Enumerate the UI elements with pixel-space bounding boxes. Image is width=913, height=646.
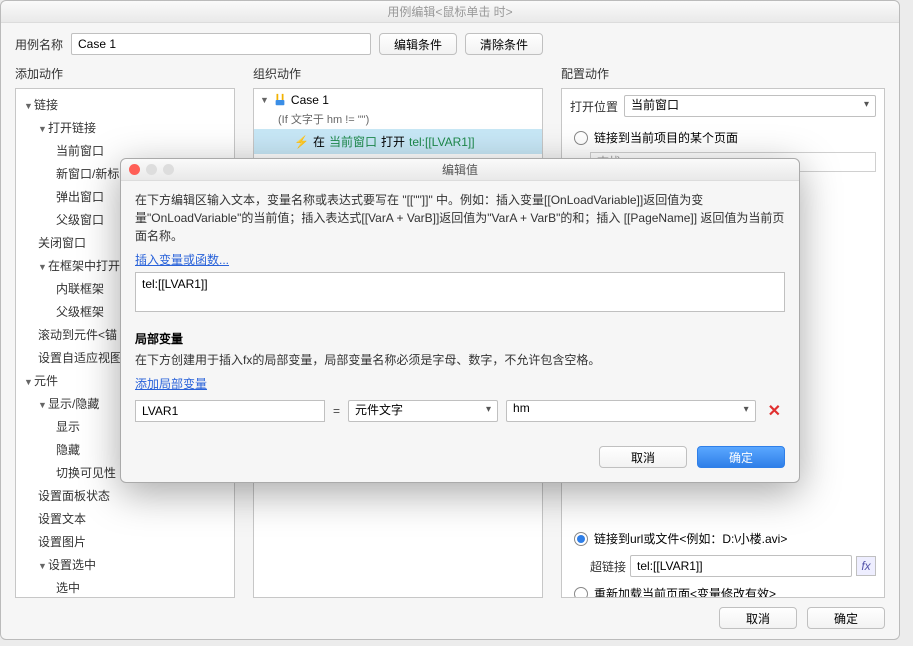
tree-label: 切换可见性	[56, 466, 116, 480]
radio-link-url[interactable]: 链接到url或文件<例如：D:\小楼.avi>	[570, 526, 876, 551]
case-icon	[273, 93, 287, 107]
radio-link-page[interactable]: 链接到当前项目的某个页面	[570, 125, 876, 150]
local-var-target-select[interactable]: hm	[506, 400, 756, 422]
fx-button[interactable]: fx	[856, 556, 876, 576]
tree-label: 显示/隐藏	[48, 397, 99, 411]
local-var-row: = 元件文字 hm ✕	[135, 400, 785, 422]
hyperlink-label: 超链接	[590, 558, 626, 575]
tree-label: 内联框架	[56, 282, 104, 296]
local-var-name-input[interactable]	[135, 400, 325, 422]
window-title: 用例编辑<鼠标单击 时>	[1, 1, 899, 23]
add-action-header: 添加动作	[15, 63, 235, 88]
bolt-icon: ⚡	[294, 135, 309, 149]
select-value: hm	[513, 401, 530, 415]
case-node[interactable]: ▼ Case 1	[254, 89, 542, 111]
local-var-section-title: 局部变量	[135, 330, 785, 347]
radio-label: 重新加载当前页面<变量修改有效>	[594, 585, 776, 598]
tree-label: 设置面板状态	[38, 489, 110, 503]
radio-reload[interactable]: 重新加载当前页面<变量修改有效>	[570, 581, 876, 598]
organize-action-header: 组织动作	[253, 63, 543, 88]
radio-label: 链接到url或文件<例如：D:\小楼.avi>	[594, 530, 787, 547]
modal-ok-button[interactable]: 确定	[697, 446, 785, 468]
tree-label: 设置选中	[48, 558, 96, 572]
tree-label: 显示	[56, 420, 80, 434]
edit-condition-button[interactable]: 编辑条件	[379, 33, 457, 55]
tree-link-group[interactable]: ▼链接	[16, 93, 234, 116]
action-window: 当前窗口	[329, 133, 377, 150]
radio-icon	[574, 532, 588, 546]
open-position-select[interactable]: 当前窗口	[624, 95, 876, 117]
tree-label: 关闭窗口	[38, 236, 86, 250]
tree-label: 设置图片	[38, 535, 86, 549]
tree-label: 父级框架	[56, 305, 104, 319]
select-value: 元件文字	[355, 403, 403, 417]
tree-label: 隐藏	[56, 443, 80, 457]
clear-condition-button[interactable]: 清除条件	[465, 33, 543, 55]
window-cancel-button[interactable]: 取消	[719, 607, 797, 629]
tree-label: 当前窗口	[56, 144, 104, 158]
tree-label: 打开链接	[48, 121, 96, 135]
edit-value-modal: 编辑值 在下方编辑区输入文本，变量名称或表达式要写在 "[[""]]" 中。例如…	[120, 158, 800, 483]
local-var-help: 在下方创建用于插入fx的局部变量，局部变量名称必须是字母、数字，不允许包含空格。	[135, 351, 785, 369]
case-name-input[interactable]	[71, 33, 371, 55]
radio-label: 链接到当前项目的某个页面	[594, 129, 738, 146]
add-local-var-link[interactable]: 添加局部变量	[135, 377, 207, 391]
case-name-label: 用例名称	[15, 36, 63, 53]
radio-icon	[574, 131, 588, 145]
config-action-header: 配置动作	[561, 63, 885, 88]
tree-set-text[interactable]: 设置文本	[16, 507, 234, 530]
zoom-icon	[163, 164, 174, 175]
modal-help-text: 在下方编辑区输入文本，变量名称或表达式要写在 "[[""]]" 中。例如：插入变…	[135, 191, 785, 245]
radio-icon	[574, 587, 588, 599]
delete-var-icon[interactable]: ✕	[764, 401, 785, 421]
open-position-label: 打开位置	[570, 98, 618, 115]
tree-label: 设置文本	[38, 512, 86, 526]
action-row[interactable]: ⚡ 在 当前窗口 打开 tel:[[LVAR1]]	[254, 129, 542, 154]
action-open: 打开	[381, 133, 405, 150]
equals-sign: =	[333, 404, 340, 418]
action-prefix: 在	[313, 133, 325, 150]
tree-panel-state[interactable]: 设置面板状态	[16, 484, 234, 507]
tree-label: 链接	[34, 98, 58, 112]
traffic-lights	[129, 164, 174, 175]
tree-label: 滚动到元件<锚	[38, 328, 117, 342]
tree-selected[interactable]: 选中	[16, 576, 234, 598]
window-footer: 取消 确定	[719, 607, 885, 629]
minimize-icon	[146, 164, 157, 175]
modal-title: 编辑值	[121, 159, 799, 181]
select-value: 当前窗口	[631, 98, 679, 112]
hyperlink-input[interactable]	[630, 555, 852, 577]
tree-label: 弹出窗口	[56, 190, 104, 204]
case-name-text: Case 1	[291, 93, 329, 107]
tree-label: 设置自适应视图	[38, 351, 122, 365]
header-row: 用例名称 编辑条件 清除条件	[1, 23, 899, 63]
insert-var-link[interactable]: 插入变量或函数...	[135, 253, 229, 267]
tree-set-selected[interactable]: ▼设置选中	[16, 553, 234, 576]
modal-footer: 取消 确定	[121, 436, 799, 482]
tree-set-image[interactable]: 设置图片	[16, 530, 234, 553]
local-var-type-select[interactable]: 元件文字	[348, 400, 498, 422]
case-condition-text: (If 文字于 hm != "")	[254, 111, 542, 127]
tree-open-link-group[interactable]: ▼打开链接	[16, 116, 234, 139]
tree-label: 元件	[34, 374, 58, 388]
close-icon[interactable]	[129, 164, 140, 175]
modal-cancel-button[interactable]: 取消	[599, 446, 687, 468]
action-target: tel:[[LVAR1]]	[409, 135, 475, 149]
modal-title-text: 编辑值	[442, 163, 478, 177]
value-editor[interactable]: tel:[[LVAR1]]	[135, 272, 785, 312]
window-ok-button[interactable]: 确定	[807, 607, 885, 629]
tree-label: 选中	[56, 581, 80, 595]
tree-label: 父级窗口	[56, 213, 104, 227]
